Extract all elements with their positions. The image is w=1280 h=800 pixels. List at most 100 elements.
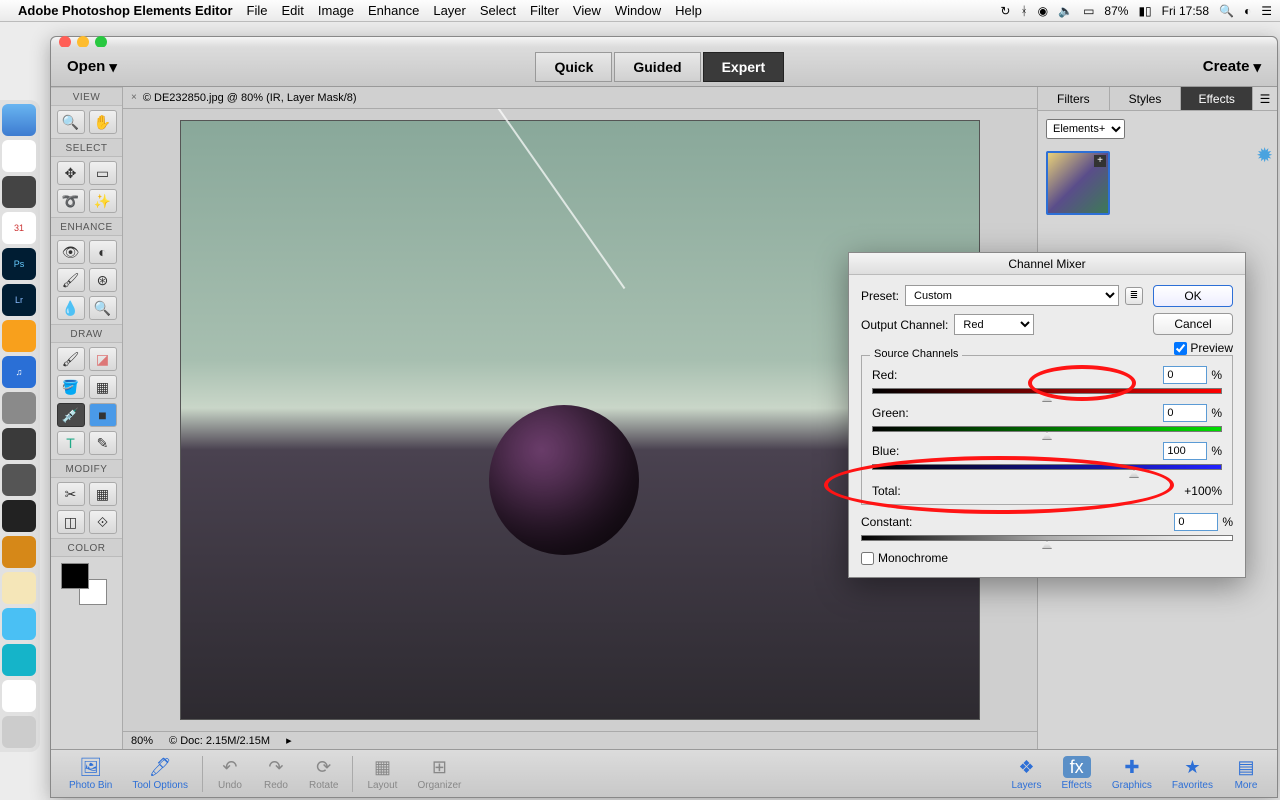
constant-value-input[interactable]	[1174, 513, 1218, 531]
menu-view[interactable]: View	[573, 3, 601, 18]
gear-icon[interactable]: ✹	[1256, 143, 1273, 168]
notification-icon[interactable]: ☰	[1261, 4, 1272, 18]
eraser-tool[interactable]: ◪	[89, 347, 117, 371]
ok-button[interactable]: OK	[1153, 285, 1233, 307]
dock-app5[interactable]	[2, 464, 36, 496]
panel-tab-styles[interactable]: Styles	[1110, 87, 1182, 110]
mode-expert[interactable]: Expert	[703, 52, 785, 82]
dock-app1[interactable]	[2, 176, 36, 208]
monochrome-checkbox-input[interactable]	[861, 552, 874, 565]
redo-button[interactable]: ↷Redo	[253, 756, 299, 791]
undo-button[interactable]: ↶Undo	[207, 756, 253, 791]
blue-value-input[interactable]	[1163, 442, 1207, 460]
dock-calendar[interactable]: 31	[2, 212, 36, 244]
preset-menu-icon[interactable]: ≣	[1125, 287, 1143, 305]
constant-slider-thumb[interactable]	[1042, 541, 1052, 549]
mode-guided[interactable]: Guided	[614, 52, 700, 82]
blue-slider-thumb[interactable]	[1129, 470, 1139, 478]
red-slider-thumb[interactable]	[1042, 394, 1052, 402]
menu-edit[interactable]: Edit	[281, 3, 303, 18]
menu-help[interactable]: Help	[675, 3, 702, 18]
dock-trash[interactable]	[2, 716, 36, 748]
gradient-tool[interactable]: ▦	[89, 375, 117, 399]
dock-itunes[interactable]: ♫	[2, 356, 36, 388]
dock-messages[interactable]	[2, 608, 36, 640]
dock-lightroom[interactable]: Lr	[2, 284, 36, 316]
menu-layer[interactable]: Layer	[433, 3, 466, 18]
fill-tool[interactable]: 🪣	[57, 375, 85, 399]
panel-tab-effects[interactable]: Effects	[1181, 87, 1253, 110]
type-tool[interactable]: T	[57, 431, 85, 455]
cancel-button[interactable]: Cancel	[1153, 313, 1233, 335]
menu-window[interactable]: Window	[615, 3, 661, 18]
doc-info[interactable]: © Doc: 2.15M/2.15M	[169, 735, 270, 747]
red-value-input[interactable]	[1163, 366, 1207, 384]
sync-icon[interactable]: ↻	[1000, 4, 1010, 18]
color-swatches[interactable]	[61, 563, 113, 605]
green-value-input[interactable]	[1163, 404, 1207, 422]
spot-heal-tool[interactable]: ◐	[89, 240, 117, 264]
preview-checkbox[interactable]: Preview	[1174, 341, 1233, 355]
bluetooth-icon[interactable]: ᚼ	[1020, 4, 1027, 18]
effects-category-dropdown[interactable]: Elements+	[1046, 119, 1125, 139]
recompose-tool[interactable]: ▦	[89, 482, 117, 506]
eyedropper-tool[interactable]: 💉	[57, 403, 85, 427]
preview-checkbox-input[interactable]	[1174, 342, 1187, 355]
straighten-tool[interactable]: ⟐	[89, 510, 117, 534]
wifi-icon[interactable]: ◉	[1038, 4, 1048, 18]
foreground-color-swatch[interactable]	[61, 563, 89, 589]
dock-finder[interactable]	[2, 104, 36, 136]
lasso-tool[interactable]: ➰	[57, 189, 85, 213]
spotlight-icon[interactable]: 🔍	[1219, 4, 1234, 18]
dock-photoshop[interactable]: Ps	[2, 248, 36, 280]
constant-slider[interactable]	[861, 535, 1233, 541]
photo-bin-button[interactable]: 🖼Photo Bin	[59, 756, 122, 791]
crop-tool[interactable]: ✂	[57, 482, 85, 506]
clock[interactable]: Fri 17:58	[1162, 4, 1209, 18]
tab-close-icon[interactable]: ×	[131, 92, 137, 103]
shape-tool[interactable]: ■	[89, 403, 117, 427]
content-move-tool[interactable]: ◫	[57, 510, 85, 534]
brush-tool[interactable]: 🖌	[57, 347, 85, 371]
effect-thumbnail[interactable]	[1046, 151, 1110, 215]
favorites-button[interactable]: ★Favorites	[1162, 756, 1223, 791]
tool-options-button[interactable]: 🖊Tool Options	[122, 756, 198, 791]
blur-tool[interactable]: 💧	[57, 296, 85, 320]
clone-tool[interactable]: ⊛	[89, 268, 117, 292]
sponge-tool[interactable]: 🔍	[89, 296, 117, 320]
display-icon[interactable]: ▭	[1083, 4, 1094, 18]
pencil-tool[interactable]: ✎	[89, 431, 117, 455]
menu-filter[interactable]: Filter	[530, 3, 559, 18]
more-button[interactable]: ▤More	[1223, 756, 1269, 791]
dock-app8[interactable]	[2, 644, 36, 676]
dock-app7[interactable]	[2, 536, 36, 568]
panel-tab-filters[interactable]: Filters	[1038, 87, 1110, 110]
dock-blank[interactable]	[2, 680, 36, 712]
smart-brush-tool[interactable]: 🖌	[57, 268, 85, 292]
green-slider-thumb[interactable]	[1042, 432, 1052, 440]
dock-notes[interactable]	[2, 572, 36, 604]
redeye-tool[interactable]: 👁	[57, 240, 85, 264]
open-button[interactable]: Open ▾	[59, 54, 125, 80]
menu-enhance[interactable]: Enhance	[368, 3, 419, 18]
document-tab[interactable]: × © DE232850.jpg @ 80% (IR, Layer Mask/8…	[123, 87, 1037, 109]
layout-button[interactable]: ▦Layout	[357, 756, 407, 791]
dock-app3[interactable]	[2, 392, 36, 424]
monochrome-checkbox[interactable]: Monochrome	[861, 551, 1233, 565]
zoom-level[interactable]: 80%	[131, 735, 153, 747]
output-channel-select[interactable]: Red	[954, 314, 1034, 335]
volume-icon[interactable]: 🔈	[1058, 4, 1073, 18]
preset-select[interactable]: Custom	[905, 285, 1119, 306]
green-slider[interactable]	[872, 426, 1222, 432]
hand-tool[interactable]: ✋	[89, 110, 117, 134]
dock-app2[interactable]	[2, 320, 36, 352]
dock-app4[interactable]	[2, 428, 36, 460]
create-button[interactable]: Create ▾	[1195, 54, 1269, 80]
dock-app6[interactable]	[2, 500, 36, 532]
user-icon[interactable]: ◐	[1244, 4, 1251, 18]
menu-image[interactable]: Image	[318, 3, 354, 18]
dock-chrome[interactable]	[2, 140, 36, 172]
zoom-tool[interactable]: 🔍	[57, 110, 85, 134]
layers-button[interactable]: ❖Layers	[1001, 756, 1051, 791]
rotate-button[interactable]: ⟳Rotate	[299, 756, 348, 791]
